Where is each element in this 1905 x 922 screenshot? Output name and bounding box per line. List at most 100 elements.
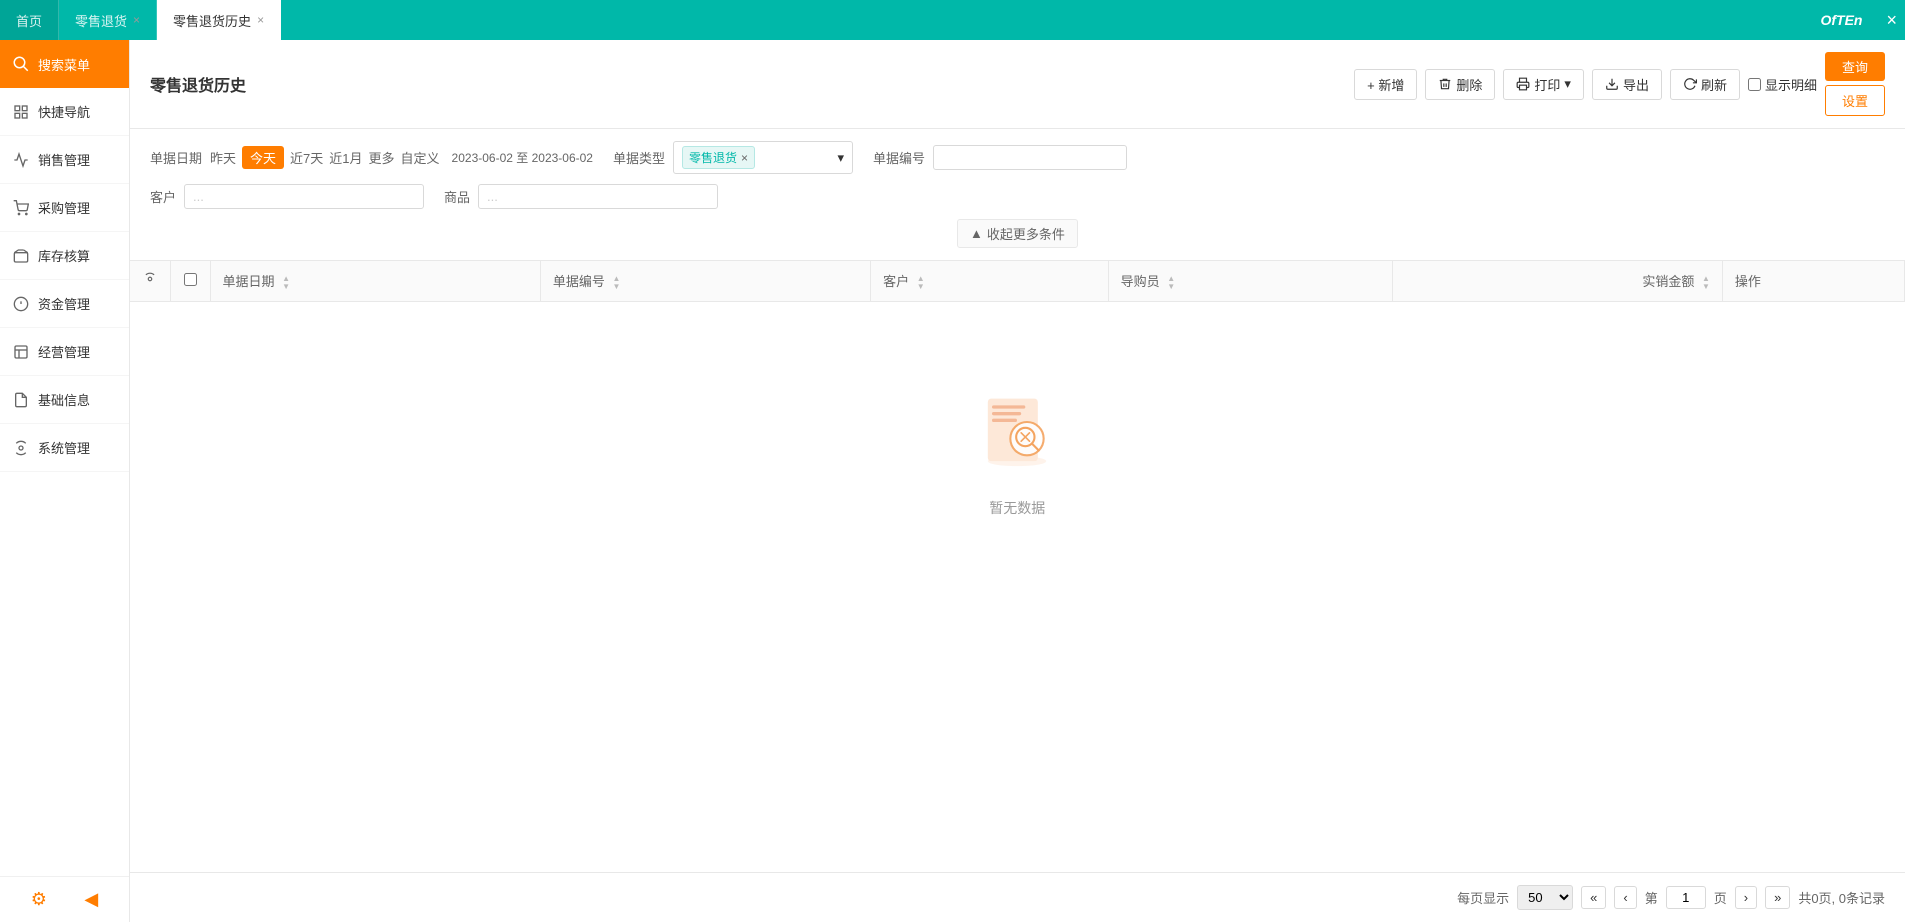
pagination-summary: 共0页, 0条记录 [1798, 888, 1885, 907]
bill-no-sort-icon: ▲▼ [612, 275, 620, 291]
empty-state: 暂无数据 [130, 302, 1905, 598]
sidebar-item-sales[interactable]: 销售管理 [0, 136, 129, 184]
search-icon [12, 55, 30, 73]
shortcut-today[interactable]: 今天 [242, 146, 284, 169]
tab-retail-return-history[interactable]: 零售退货历史 × [157, 0, 281, 40]
goods-filter: 商品 ... [444, 184, 718, 209]
bill-no-label: 单据编号 [873, 148, 925, 167]
per-page-label: 每页显示 [1457, 888, 1509, 907]
sidebar-item-inventory[interactable]: 库存核算 [0, 232, 129, 280]
guide-sort-icon: ▲▼ [1167, 275, 1175, 291]
display-detail-input[interactable] [1748, 78, 1761, 91]
nav-next-button[interactable]: › [1735, 886, 1757, 909]
th-guide[interactable]: 导购员 ▲▼ [1108, 261, 1392, 301]
export-button[interactable]: 导出 [1592, 69, 1662, 100]
nav-prev-button[interactable]: ‹ [1614, 886, 1636, 909]
th-bill-no[interactable]: 单据编号 ▲▼ [540, 261, 870, 301]
bill-no-filter: 单据编号 [873, 145, 1127, 170]
sidebar-item-quick-nav[interactable]: 快捷导航 [0, 88, 129, 136]
bill-type-dropdown-icon: ▾ [837, 150, 844, 166]
print-dropdown-icon: ▾ [1564, 76, 1571, 92]
th-date[interactable]: 单据日期 ▲▼ [210, 261, 540, 301]
refresh-button[interactable]: 刷新 [1670, 69, 1740, 100]
tab-home-label: 首页 [16, 11, 42, 30]
tab-retail-return-history-close[interactable]: × [257, 13, 264, 27]
sys-mgmt-icon [12, 439, 30, 457]
content-area: 零售退货历史 + 新增 删除 打印 ▾ 导出 刷新 [130, 40, 1905, 922]
customer-label: 客户 [150, 187, 176, 206]
bill-type-tag: 零售退货 × [682, 146, 755, 169]
th-amount[interactable]: 实销金额 ▲▼ [1392, 261, 1722, 301]
select-all-checkbox[interactable] [184, 273, 197, 286]
tab-home[interactable]: 首页 [0, 0, 59, 40]
sidebar-item-label: 库存核算 [38, 246, 90, 265]
sidebar-item-sys-mgmt[interactable]: 系统管理 [0, 424, 129, 472]
page-title: 零售退货历史 [150, 72, 246, 96]
empty-text: 暂无数据 [989, 498, 1045, 518]
new-button[interactable]: + 新增 [1354, 69, 1417, 100]
settings-button[interactable]: 设置 [1825, 85, 1885, 116]
print-icon [1516, 77, 1530, 91]
table-wrapper: 单据日期 ▲▼ 单据编号 ▲▼ 客户 ▲▼ 导购员 [130, 261, 1905, 872]
sidebar-item-capital[interactable]: 资金管理 [0, 280, 129, 328]
table-header: 单据日期 ▲▼ 单据编号 ▲▼ 客户 ▲▼ 导购员 [130, 261, 1905, 301]
brand-label: OfTEn [1820, 12, 1862, 28]
bill-type-label: 单据类型 [613, 148, 665, 167]
per-page-select[interactable]: 50 10 20 100 [1517, 885, 1573, 910]
sidebar-search-label: 搜索菜单 [38, 55, 90, 74]
print-button[interactable]: 打印 ▾ [1503, 69, 1584, 100]
display-detail-checkbox[interactable]: 显示明细 [1748, 75, 1817, 94]
tab-list: 首页 零售退货 × 零售退货历史 × [0, 0, 1804, 40]
capital-icon [12, 295, 30, 313]
main-layout: 搜索菜单 快捷导航 销售管理 采购管理 库存核算 [0, 40, 1905, 922]
shortcut-yesterday[interactable]: 昨天 [210, 148, 236, 167]
bill-type-tag-close[interactable]: × [741, 151, 748, 165]
window-close-button[interactable]: × [1878, 10, 1905, 31]
tab-retail-return[interactable]: 零售退货 × [59, 0, 157, 40]
top-right: OfTEn [1804, 12, 1878, 28]
sidebar-item-operations[interactable]: 经营管理 [0, 328, 129, 376]
shortcut-more[interactable]: 更多 [369, 148, 395, 167]
th-settings[interactable] [130, 261, 170, 301]
tab-retail-return-label: 零售退货 [75, 11, 127, 30]
bill-type-select[interactable]: 零售退货 × ▾ [673, 141, 853, 174]
page-input[interactable] [1666, 886, 1706, 909]
goods-label: 商品 [444, 187, 470, 206]
settings-bottom-icon[interactable]: ⚙ [31, 889, 47, 910]
sidebar: 搜索菜单 快捷导航 销售管理 采购管理 库存核算 [0, 40, 130, 922]
delete-button[interactable]: 删除 [1425, 69, 1495, 100]
date-label: 单据日期 [150, 148, 202, 167]
collapse-sidebar-icon[interactable]: ◀ [84, 889, 98, 910]
top-bar: 首页 零售退货 × 零售退货历史 × OfTEn × [0, 0, 1905, 40]
shortcut-7days[interactable]: 近7天 [290, 148, 323, 167]
th-operation: 操作 [1722, 261, 1904, 301]
sidebar-search[interactable]: 搜索菜单 [0, 40, 129, 88]
filter-row-2: 客户 ... 商品 ... [150, 184, 1885, 209]
tab-retail-return-close[interactable]: × [133, 13, 140, 27]
sales-icon [12, 151, 30, 169]
amount-sort-icon: ▲▼ [1702, 275, 1710, 291]
delete-icon [1438, 77, 1452, 91]
goods-input[interactable]: ... [478, 184, 718, 209]
header-actions: + 新增 删除 打印 ▾ 导出 刷新 [1354, 52, 1885, 116]
th-customer[interactable]: 客户 ▲▼ [871, 261, 1109, 301]
customer-input[interactable]: ... [184, 184, 424, 209]
th-checkbox[interactable] [170, 261, 210, 301]
collapse-label: 收起更多条件 [987, 224, 1065, 243]
bill-no-input[interactable] [933, 145, 1127, 170]
collapse-button[interactable]: ▲ 收起更多条件 [957, 219, 1078, 248]
shortcut-custom[interactable]: 自定义 [401, 148, 440, 167]
shortcut-1month[interactable]: 近1月 [329, 148, 362, 167]
filter-row-1: 单据日期 昨天 今天 近7天 近1月 更多 自定义 2023-06-02 至 2… [150, 141, 1885, 174]
sidebar-item-label: 销售管理 [38, 150, 90, 169]
nav-first-button[interactable]: « [1581, 886, 1606, 909]
inventory-icon [12, 247, 30, 265]
nav-last-button[interactable]: » [1765, 886, 1790, 909]
quick-nav-icon [12, 103, 30, 121]
customer-sort-icon: ▲▼ [917, 275, 925, 291]
goods-placeholder: ... [487, 189, 498, 204]
sidebar-item-label: 采购管理 [38, 198, 90, 217]
sidebar-item-purchase[interactable]: 采购管理 [0, 184, 129, 232]
sidebar-item-basic-info[interactable]: 基础信息 [0, 376, 129, 424]
query-button[interactable]: 查询 [1825, 52, 1885, 81]
